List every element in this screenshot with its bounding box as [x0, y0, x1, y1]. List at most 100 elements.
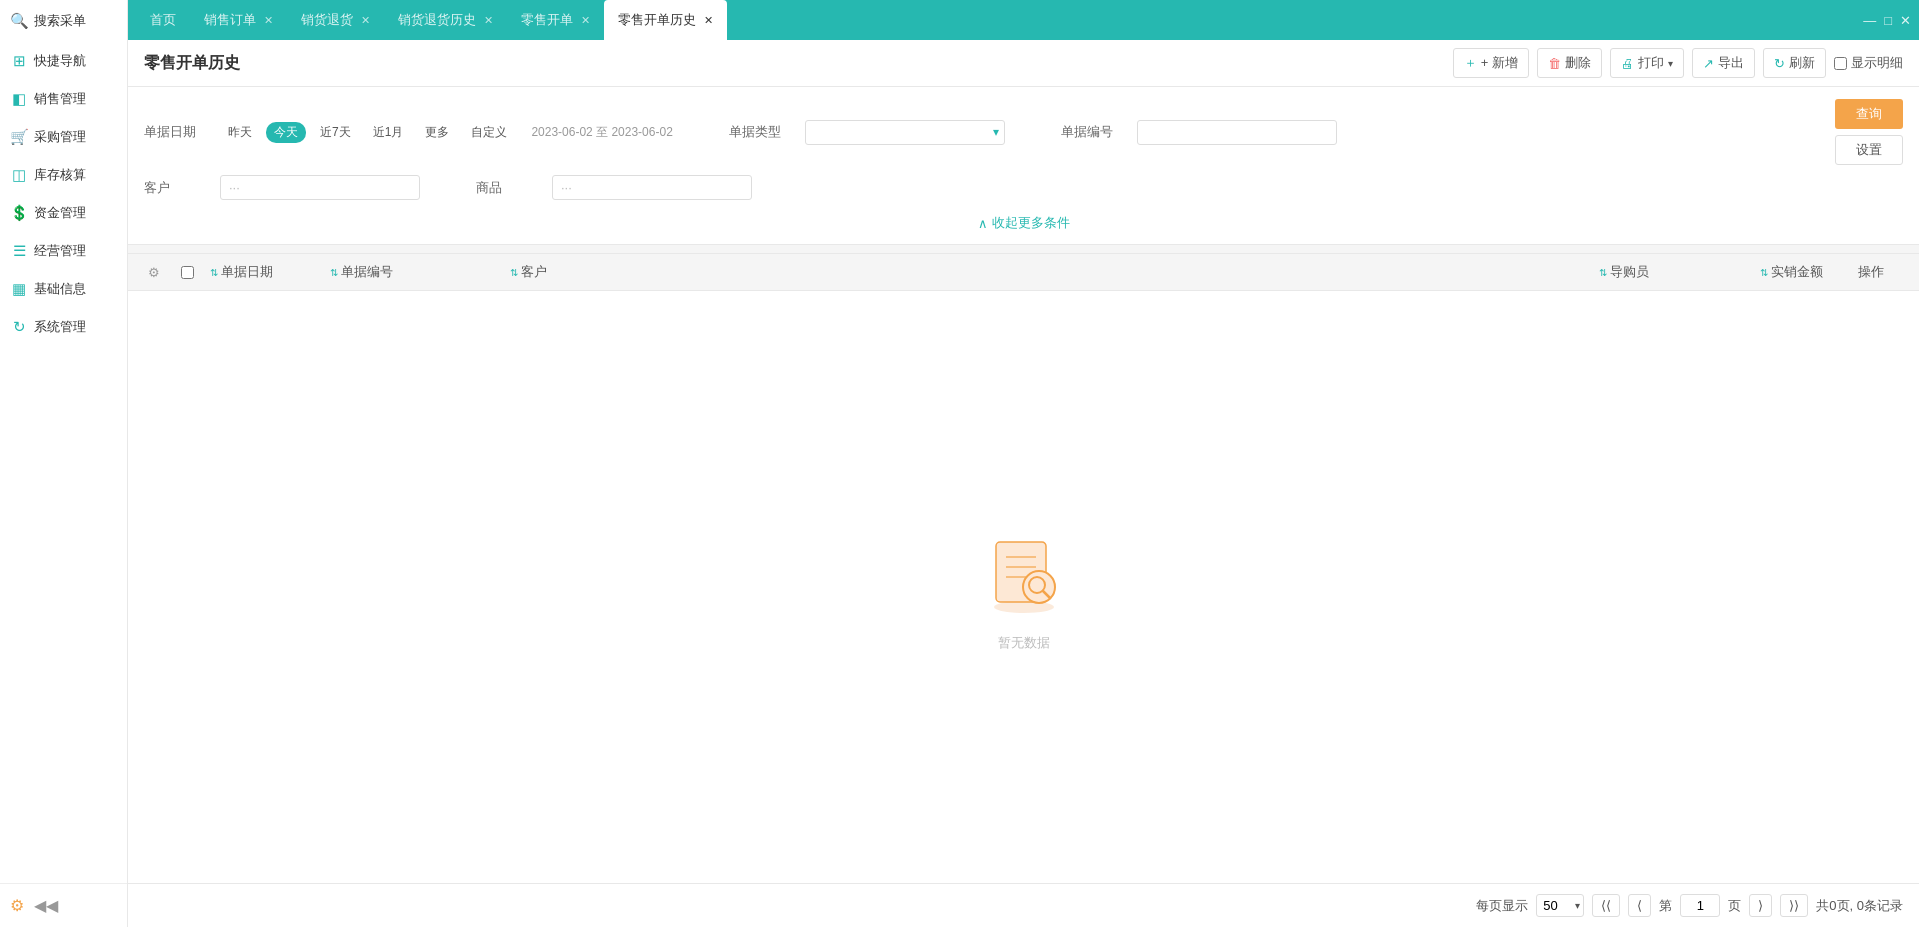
- display-detail-checkbox[interactable]: [1834, 57, 1847, 70]
- toolbar: 零售开单历史 ＋ + 新增 🗑 删除 🖨 打印 ▾ ↗ 导出 ↻ 刷新 显示明细: [128, 40, 1919, 87]
- table-header: ⚙ ⇅ 单据日期 ⇅ 单据编号 ⇅ 客户 ⇅ 导购员 ⇅ 实销金额: [128, 253, 1919, 291]
- th-op: 操作: [1831, 263, 1911, 281]
- th-date[interactable]: ⇅ 单据日期: [202, 263, 322, 281]
- tab-sales-order[interactable]: 销售订单 ✕: [190, 0, 287, 40]
- pagination: 每页显示 10 20 50 100 ▾ ⟨⟨ ⟨ 第 页 ⟩ ⟩⟩ 共0页, 0…: [128, 883, 1919, 927]
- tab-retail-open-close[interactable]: ✕: [581, 14, 590, 27]
- customer-label: 客户: [144, 179, 204, 197]
- customer-input[interactable]: ···: [220, 175, 420, 200]
- tab-home[interactable]: 首页: [136, 0, 190, 40]
- print-label: 打印: [1638, 54, 1664, 72]
- per-page-select[interactable]: 10 20 50 100: [1536, 894, 1584, 917]
- product-ellipsis: ···: [561, 180, 572, 195]
- tab-sales-return[interactable]: 销货退货 ✕: [287, 0, 384, 40]
- tab-retail-history-close[interactable]: ✕: [704, 14, 713, 27]
- refresh-button[interactable]: ↻ 刷新: [1763, 48, 1826, 78]
- capital-mgmt-icon: 💲: [10, 204, 28, 222]
- maximize-icon[interactable]: □: [1884, 13, 1892, 28]
- tab-home-label: 首页: [150, 11, 176, 29]
- product-label: 商品: [476, 179, 536, 197]
- close-window-icon[interactable]: ✕: [1900, 13, 1911, 28]
- sidebar-search[interactable]: 🔍 搜索采单: [0, 0, 127, 42]
- sidebar-item-inventory[interactable]: ◫ 库存核算: [0, 156, 127, 194]
- sort-date-icon: ⇅: [210, 267, 218, 278]
- sidebar-item-quick-nav[interactable]: ⊞ 快捷导航: [0, 42, 127, 80]
- settings-icon[interactable]: ⚙: [10, 896, 24, 915]
- sidebar-search-label: 搜索采单: [34, 12, 86, 30]
- tab-sales-return-close[interactable]: ✕: [361, 14, 370, 27]
- query-button[interactable]: 查询: [1835, 99, 1903, 129]
- th-client-label: 客户: [521, 263, 547, 281]
- export-label: 导出: [1718, 54, 1744, 72]
- date-opt-today[interactable]: 今天: [266, 122, 306, 143]
- per-page-label: 每页显示: [1476, 897, 1528, 915]
- print-chevron-icon: ▾: [1668, 58, 1673, 69]
- basic-info-icon: ▦: [10, 280, 28, 298]
- page-input[interactable]: [1680, 894, 1720, 917]
- search-icon: 🔍: [10, 12, 28, 30]
- pagination-prev-btn[interactable]: ⟨: [1628, 894, 1651, 917]
- sidebar-item-label: 系统管理: [34, 318, 86, 336]
- delete-icon: 🗑: [1548, 56, 1561, 71]
- add-icon: ＋: [1464, 54, 1477, 72]
- page-title: 零售开单历史: [144, 53, 240, 74]
- sidebar: 🔍 搜索采单 ⊞ 快捷导航 ◧ 销售管理 🛒 采购管理 ◫ 库存核算 💲 资金管…: [0, 0, 128, 927]
- tab-retail-open[interactable]: 零售开单 ✕: [507, 0, 604, 40]
- doc-num-input[interactable]: [1137, 120, 1337, 145]
- sidebar-item-label: 快捷导航: [34, 52, 86, 70]
- date-opt-1month[interactable]: 近1月: [365, 122, 412, 143]
- doc-type-label: 单据类型: [729, 123, 789, 141]
- pagination-first-btn[interactable]: ⟨⟨: [1592, 894, 1620, 917]
- table-check-all[interactable]: [172, 266, 202, 279]
- operations-mgmt-icon: ☰: [10, 242, 28, 260]
- filter-area: 单据日期 昨天 今天 近7天 近1月 更多 自定义 2023-06-02 至 2…: [128, 87, 1919, 245]
- system-mgmt-icon: ↻: [10, 318, 28, 336]
- delete-label: 删除: [1565, 54, 1591, 72]
- th-guide-label: 导购员: [1610, 263, 1649, 281]
- th-amount[interactable]: ⇅ 实销金额: [1711, 263, 1831, 281]
- check-all-checkbox[interactable]: [181, 266, 194, 279]
- sidebar-item-label: 经营管理: [34, 242, 86, 260]
- export-button[interactable]: ↗ 导出: [1692, 48, 1755, 78]
- filter-row-2: 客户 ··· 商品 ···: [144, 175, 1903, 200]
- purchase-mgmt-icon: 🛒: [10, 128, 28, 146]
- add-button[interactable]: ＋ + 新增: [1453, 48, 1529, 78]
- th-client[interactable]: ⇅ 客户: [502, 263, 1591, 281]
- setting-button[interactable]: 设置: [1835, 135, 1903, 165]
- sidebar-item-basic-info[interactable]: ▦ 基础信息: [0, 270, 127, 308]
- tab-retail-history[interactable]: 零售开单历史 ✕: [604, 0, 727, 40]
- tab-sales-order-close[interactable]: ✕: [264, 14, 273, 27]
- minimize-icon[interactable]: —: [1863, 13, 1876, 28]
- tab-sales-return-history-close[interactable]: ✕: [484, 14, 493, 27]
- table-settings-icon[interactable]: ⚙: [136, 265, 172, 280]
- tab-retail-history-label: 零售开单历史: [618, 11, 696, 29]
- display-detail-toggle[interactable]: 显示明细: [1834, 54, 1903, 72]
- delete-button[interactable]: 🗑 删除: [1537, 48, 1602, 78]
- pagination-last-btn[interactable]: ⟩⟩: [1780, 894, 1808, 917]
- sidebar-item-sales-mgmt[interactable]: ◧ 销售管理: [0, 80, 127, 118]
- refresh-icon: ↻: [1774, 56, 1785, 71]
- print-button[interactable]: 🖨 打印 ▾: [1610, 48, 1684, 78]
- th-guide[interactable]: ⇅ 导购员: [1591, 263, 1711, 281]
- doc-type-select-wrap: ▾: [805, 120, 1005, 145]
- doc-type-select[interactable]: [805, 120, 1005, 145]
- date-opt-yesterday[interactable]: 昨天: [220, 122, 260, 143]
- sidebar-item-operations-mgmt[interactable]: ☰ 经营管理: [0, 232, 127, 270]
- collapse-row[interactable]: ∧ 收起更多条件: [144, 210, 1903, 236]
- date-opt-7days[interactable]: 近7天: [312, 122, 359, 143]
- pagination-next-btn[interactable]: ⟩: [1749, 894, 1772, 917]
- page-suffix: 页: [1728, 897, 1741, 915]
- th-date-label: 单据日期: [221, 263, 273, 281]
- sidebar-item-system-mgmt[interactable]: ↻ 系统管理: [0, 308, 127, 346]
- tab-sales-return-history[interactable]: 销货退货历史 ✕: [384, 0, 507, 40]
- product-input[interactable]: ···: [552, 175, 752, 200]
- th-num[interactable]: ⇅ 单据编号: [322, 263, 502, 281]
- th-num-label: 单据编号: [341, 263, 393, 281]
- date-opt-more[interactable]: 更多: [417, 122, 457, 143]
- sidebar-item-label: 资金管理: [34, 204, 86, 222]
- collapse-sidebar-icon[interactable]: ◀◀: [34, 896, 58, 915]
- sidebar-item-capital-mgmt[interactable]: 💲 资金管理: [0, 194, 127, 232]
- sidebar-item-purchase-mgmt[interactable]: 🛒 采购管理: [0, 118, 127, 156]
- action-buttons: 查询 设置: [1835, 99, 1903, 165]
- date-opt-custom[interactable]: 自定义: [463, 122, 515, 143]
